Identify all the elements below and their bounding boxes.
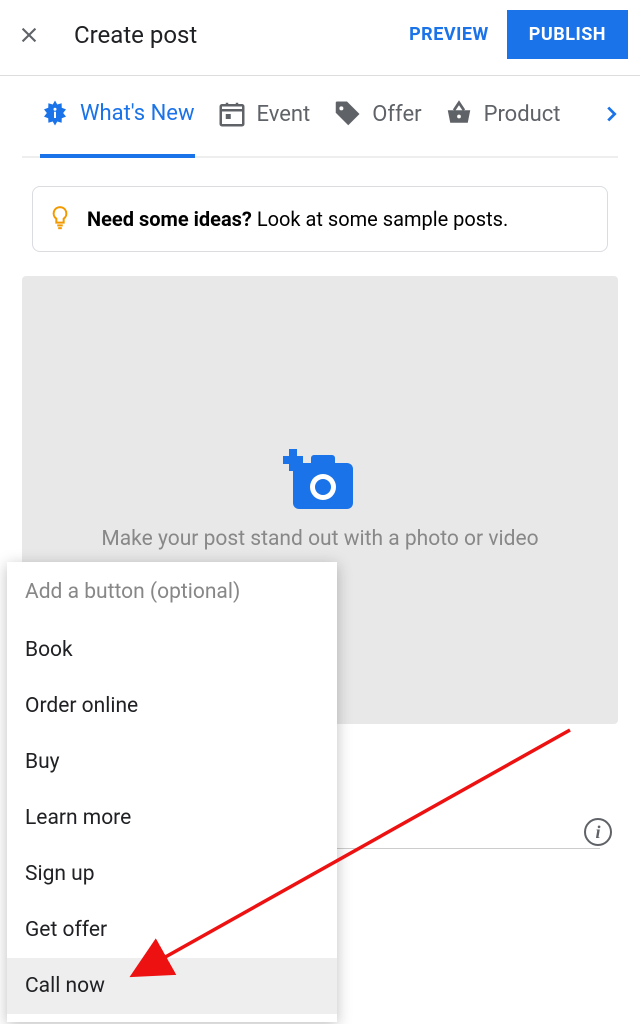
dropdown-option-get-offer[interactable]: Get offer	[7, 902, 337, 958]
page-title: Create post	[74, 21, 409, 49]
tab-whats-new[interactable]: What's New	[40, 98, 195, 158]
add-button-dropdown: Add a button (optional) Book Order onlin…	[7, 562, 337, 1022]
lightbulb-icon	[49, 205, 71, 233]
burst-icon	[40, 98, 70, 128]
tab-label: Product	[484, 102, 561, 127]
dropdown-option-sign-up[interactable]: Sign up	[7, 846, 337, 902]
tab-label: What's New	[80, 101, 195, 126]
tab-event[interactable]: Event	[217, 99, 311, 155]
dropdown-header: Add a button (optional)	[7, 570, 337, 622]
calendar-icon	[217, 99, 247, 129]
dropdown-option-call-now[interactable]: Call now	[7, 958, 337, 1014]
ideas-hint[interactable]: Need some ideas? Look at some sample pos…	[32, 186, 608, 252]
post-type-tabs: What's New Event Offer Product	[0, 76, 640, 156]
tab-label: Offer	[372, 102, 421, 127]
dropdown-option-buy[interactable]: Buy	[7, 734, 337, 790]
dropdown-option-learn-more[interactable]: Learn more	[7, 790, 337, 846]
hint-text: Need some ideas? Look at some sample pos…	[87, 207, 508, 231]
media-caption: Make your post stand out with a photo or…	[81, 527, 558, 551]
tab-offer[interactable]: Offer	[332, 99, 421, 155]
dropdown-option-order-online[interactable]: Order online	[7, 678, 337, 734]
tag-icon	[332, 99, 362, 129]
chevron-right-icon[interactable]	[600, 103, 622, 151]
preview-button[interactable]: PREVIEW	[409, 24, 489, 45]
publish-button[interactable]: PUBLISH	[507, 10, 628, 59]
basket-icon	[444, 99, 474, 129]
add-photo-icon	[283, 449, 357, 513]
tab-product[interactable]: Product	[444, 99, 561, 155]
dropdown-option-book[interactable]: Book	[7, 622, 337, 678]
tab-label: Event	[257, 102, 311, 127]
info-icon[interactable]: i	[584, 818, 612, 846]
close-icon[interactable]	[18, 24, 40, 46]
